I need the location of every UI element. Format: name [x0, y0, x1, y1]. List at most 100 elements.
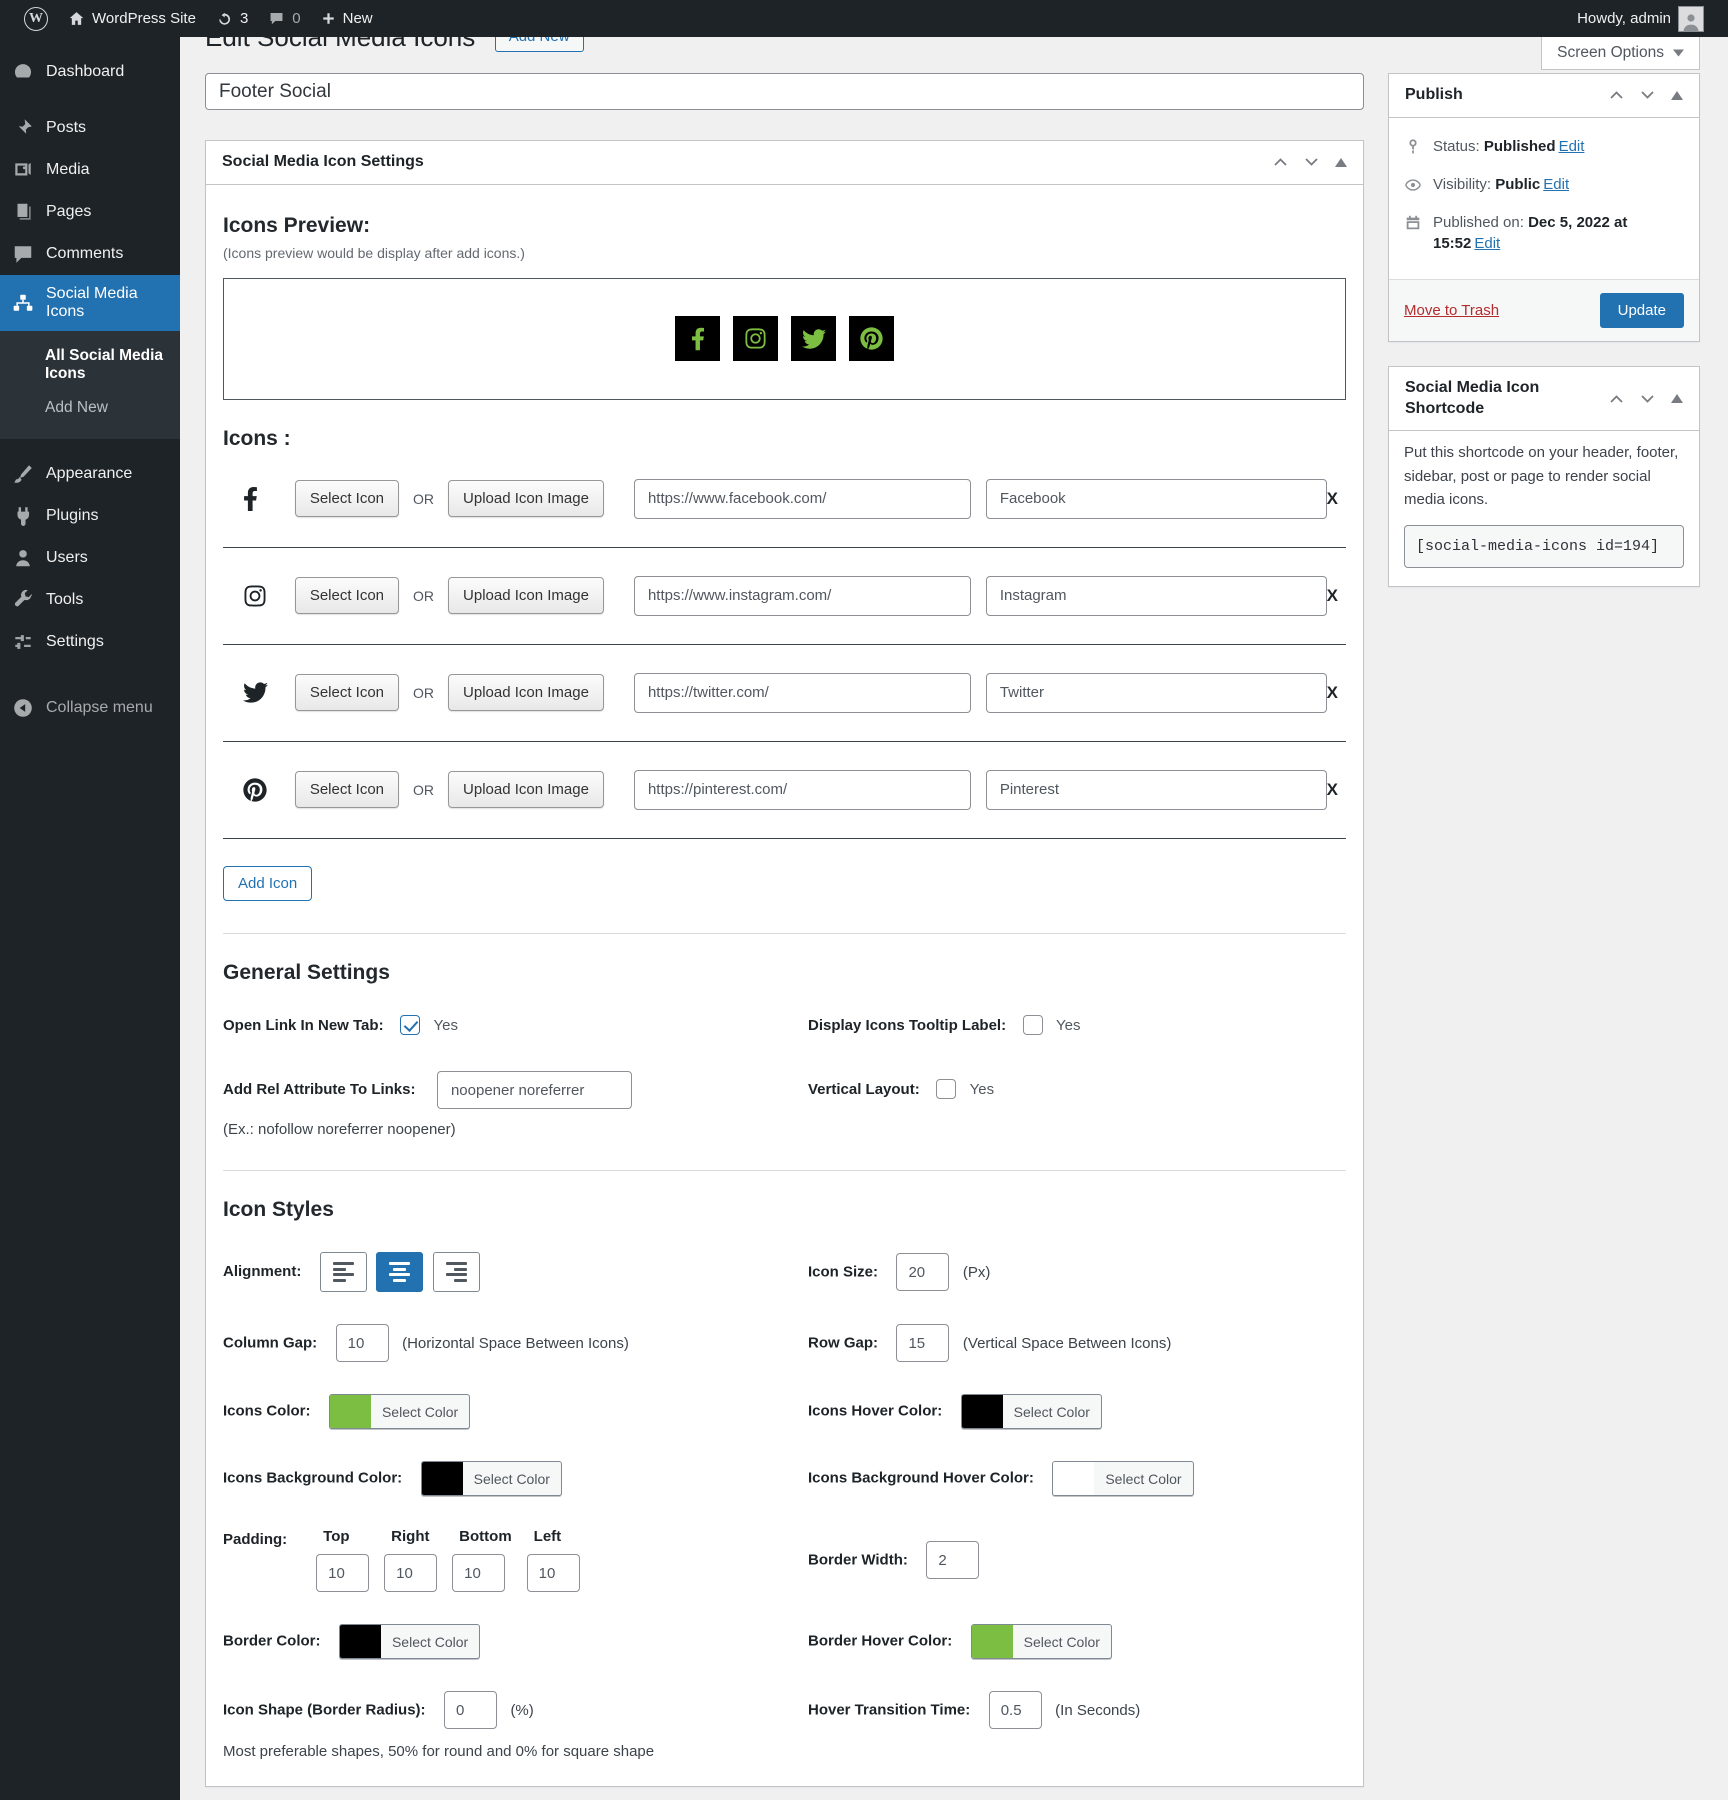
- remove-icon-button[interactable]: X: [1327, 489, 1338, 509]
- update-button[interactable]: Update: [1599, 292, 1684, 328]
- post-title-input[interactable]: [205, 73, 1364, 110]
- icon-name-input[interactable]: [985, 575, 1327, 616]
- icons-hover-color-picker[interactable]: Select Color: [960, 1394, 1102, 1430]
- upload-icon-image-button[interactable]: Upload Icon Image: [448, 771, 604, 809]
- border-hover-color-picker[interactable]: Select Color: [970, 1624, 1112, 1660]
- new-label: New: [342, 10, 373, 27]
- padding-bottom-input[interactable]: [452, 1554, 506, 1593]
- toggle-panel-icon[interactable]: [1671, 90, 1683, 100]
- edit-visibility-link[interactable]: Edit: [1543, 176, 1569, 193]
- icons-hover-color-label: Icons Hover Color:: [808, 1402, 943, 1420]
- screen-options-button[interactable]: Screen Options: [1541, 37, 1700, 70]
- padding-right-input[interactable]: [384, 1554, 438, 1593]
- remove-icon-button[interactable]: X: [1327, 780, 1338, 800]
- padding-top-input[interactable]: [316, 1554, 370, 1593]
- open-link-checkbox[interactable]: [400, 1014, 421, 1035]
- or-label: OR: [413, 684, 435, 701]
- align-left-button[interactable]: [319, 1252, 367, 1293]
- border-width-input[interactable]: [926, 1541, 980, 1580]
- appearance-icon: [14, 465, 32, 483]
- new-content-menu[interactable]: New: [311, 0, 383, 37]
- move-down-icon[interactable]: [1640, 90, 1655, 100]
- icons-bg-hover-color-picker[interactable]: Select Color: [1052, 1461, 1194, 1497]
- move-up-icon[interactable]: [1609, 90, 1624, 100]
- icon-name-input[interactable]: [985, 478, 1327, 519]
- row-gap-input[interactable]: [896, 1324, 950, 1363]
- preview-pinterest-icon: [849, 316, 894, 362]
- select-icon-button[interactable]: Select Icon: [294, 771, 400, 809]
- alignment-label: Alignment:: [223, 1263, 302, 1281]
- border-color-picker[interactable]: Select Color: [338, 1624, 481, 1660]
- vertical-layout-checkbox[interactable]: [936, 1078, 957, 1099]
- comments-count: 0: [292, 10, 301, 27]
- toggle-panel-icon[interactable]: [1335, 157, 1347, 167]
- icon-url-input[interactable]: [633, 769, 971, 810]
- icon-url-input[interactable]: [633, 478, 971, 519]
- sidebar-item-appearance[interactable]: Appearance: [0, 453, 180, 495]
- upload-icon-image-button[interactable]: Upload Icon Image: [448, 674, 604, 712]
- rel-attribute-input[interactable]: [436, 1071, 632, 1110]
- site-name-menu[interactable]: WordPress Site: [58, 0, 206, 37]
- icons-bg-color-picker[interactable]: Select Color: [420, 1461, 562, 1497]
- icon-size-label: Icon Size:: [808, 1263, 879, 1281]
- sidebar-item-users[interactable]: Users: [0, 537, 180, 579]
- sidebar-item-settings[interactable]: Settings: [0, 621, 180, 663]
- align-center-button[interactable]: [376, 1252, 424, 1293]
- howdy-menu[interactable]: Howdy, admin: [1567, 5, 1714, 32]
- shortcode-description: Put this shortcode on your header, foote…: [1404, 444, 1679, 508]
- upload-icon-image-button[interactable]: Upload Icon Image: [448, 480, 604, 518]
- remove-icon-button[interactable]: X: [1327, 586, 1338, 606]
- sidebar-item-all-social-media-icons[interactable]: All Social Media Icons: [0, 339, 180, 391]
- icons-preview-note: (Icons preview would be display after ad…: [223, 244, 525, 261]
- settings-icon: [15, 635, 31, 649]
- collapse-menu-button[interactable]: Collapse menu: [0, 687, 180, 729]
- icon-url-input[interactable]: [633, 672, 971, 713]
- tooltip-checkbox[interactable]: [1022, 1014, 1043, 1035]
- sidebar-item-add-new[interactable]: Add New: [0, 391, 180, 425]
- padding-left-input[interactable]: [526, 1554, 580, 1593]
- move-up-icon[interactable]: [1609, 394, 1624, 404]
- add-icon-button[interactable]: Add Icon: [223, 865, 313, 901]
- row-gap-label: Row Gap:: [808, 1334, 878, 1352]
- sidebar-item-comments[interactable]: Comments: [0, 233, 180, 275]
- sidebar-item-social-media-icons[interactable]: Social Media Icons: [0, 275, 180, 331]
- key-icon: [1409, 139, 1417, 154]
- move-down-icon[interactable]: [1640, 394, 1655, 404]
- sidebar-item-tools[interactable]: Tools: [0, 579, 180, 621]
- select-icon-button[interactable]: Select Icon: [294, 674, 400, 712]
- move-to-trash-link[interactable]: Move to Trash: [1404, 302, 1499, 319]
- icon-name-input[interactable]: [985, 672, 1327, 713]
- icon-size-input[interactable]: [896, 1253, 950, 1292]
- icon-row-instagram: Select Icon OR Upload Icon Image X: [223, 548, 1346, 644]
- icon-name-input[interactable]: [985, 769, 1327, 810]
- move-down-icon[interactable]: [1304, 157, 1319, 167]
- icon-url-input[interactable]: [633, 575, 971, 616]
- sidebar-item-pages[interactable]: Pages: [0, 191, 180, 233]
- rel-attribute-label: Add Rel Attribute To Links:: [223, 1081, 416, 1099]
- collapse-icon: [14, 699, 32, 717]
- hover-transition-input[interactable]: [988, 1691, 1042, 1730]
- upload-icon-image-button[interactable]: Upload Icon Image: [448, 577, 604, 615]
- comments-menu[interactable]: 0: [258, 0, 310, 37]
- shape-note: Most preferable shapes, 50% for round an…: [223, 1743, 655, 1761]
- wordpress-logo-icon[interactable]: W: [14, 0, 58, 37]
- sidebar-item-posts[interactable]: Posts: [0, 107, 180, 149]
- icon-shape-input[interactable]: [443, 1691, 497, 1730]
- move-up-icon[interactable]: [1273, 157, 1288, 167]
- sidebar-item-media[interactable]: Media: [0, 149, 180, 191]
- icons-color-label: Icons Color:: [223, 1402, 311, 1420]
- remove-icon-button[interactable]: X: [1327, 683, 1338, 703]
- select-icon-button[interactable]: Select Icon: [294, 480, 400, 518]
- sidebar-item-dashboard[interactable]: Dashboard: [0, 51, 180, 93]
- open-link-label: Open Link In New Tab:: [223, 1017, 384, 1035]
- select-icon-button[interactable]: Select Icon: [294, 577, 400, 615]
- edit-status-link[interactable]: Edit: [1559, 138, 1585, 155]
- shortcode-value[interactable]: [social-media-icons id=194]: [1404, 525, 1684, 569]
- updates-menu[interactable]: 3: [206, 0, 258, 37]
- align-right-button[interactable]: [432, 1252, 480, 1293]
- edit-date-link[interactable]: Edit: [1474, 235, 1500, 252]
- icons-color-picker[interactable]: Select Color: [328, 1394, 471, 1430]
- column-gap-input[interactable]: [335, 1324, 389, 1363]
- toggle-panel-icon[interactable]: [1671, 394, 1683, 404]
- sidebar-item-plugins[interactable]: Plugins: [0, 495, 180, 537]
